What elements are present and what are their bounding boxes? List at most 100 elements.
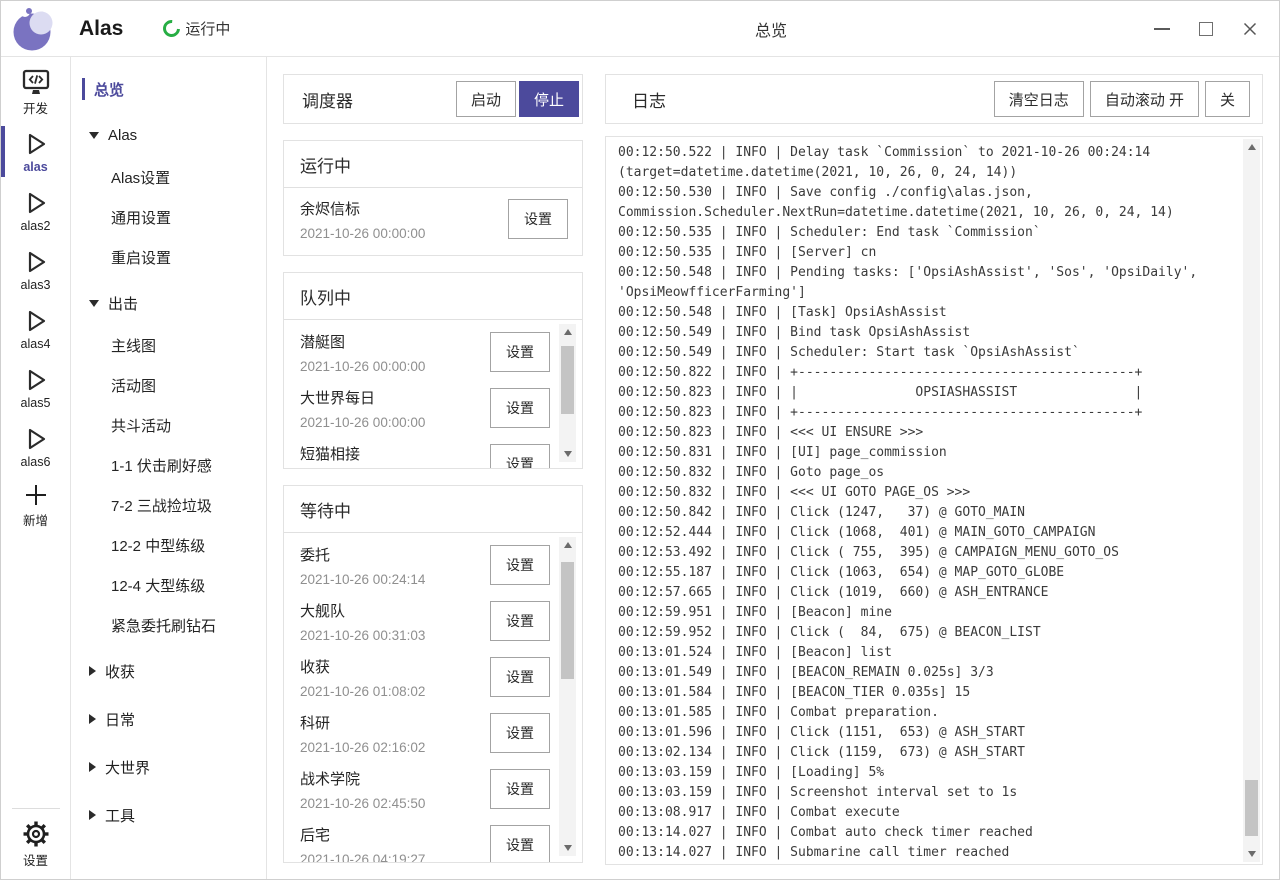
log-line: 00:12:50.823 | INFO | | OPSIASHASSIST | — [618, 383, 1236, 403]
task-settings-button[interactable]: 设置 — [490, 657, 550, 697]
scroll-down-button[interactable] — [559, 446, 576, 462]
sidebar-item-settings[interactable]: 设置 — [1, 813, 70, 875]
caret-right-icon — [89, 810, 96, 820]
task-settings-button[interactable]: 设置 — [508, 199, 568, 239]
start-button[interactable]: 启动 — [456, 81, 516, 117]
sidebar-item-alas6[interactable]: alas6 — [1, 417, 70, 476]
log-title: 日志 — [632, 87, 666, 112]
nav-item-label: Alas设置 — [111, 167, 170, 188]
log-line: 00:12:50.822 | INFO | +-----------------… — [618, 363, 1236, 383]
sidebar-divider — [12, 808, 60, 809]
task-settings-button[interactable]: 设置 — [490, 769, 550, 809]
nav-group-tools[interactable]: 工具 — [71, 793, 266, 837]
scrollbar-thumb[interactable] — [561, 346, 574, 414]
sidebar-item-dev[interactable]: 开发 — [1, 63, 70, 122]
task-name: 余烬信标 — [300, 198, 522, 219]
nav-group-reward[interactable]: 收获 — [71, 649, 266, 693]
log-line: 00:12:50.842 | INFO | Click (1247, 37) @… — [618, 503, 1236, 523]
nav-group-label: 工具 — [105, 805, 135, 826]
nav-item-general-settings[interactable]: 通用设置 — [71, 197, 266, 237]
scrollbar[interactable] — [559, 324, 576, 462]
log-line: 00:12:50.549 | INFO | Scheduler: Start t… — [618, 343, 1236, 363]
scrollbar[interactable] — [559, 537, 576, 856]
log-line: 00:13:14.027 | INFO | Combat auto check … — [618, 823, 1236, 843]
app-window: Alas 运行中 总览 开发 — [0, 0, 1280, 880]
code-monitor-icon — [21, 69, 51, 96]
nav-group-alas[interactable]: Alas — [71, 113, 266, 157]
minimize-icon — [1154, 28, 1170, 30]
scrollbar-track[interactable] — [1243, 155, 1260, 846]
task-settings-button[interactable]: 设置 — [490, 332, 550, 372]
task-settings-button[interactable]: 设置 — [490, 601, 550, 641]
play-icon — [22, 189, 50, 217]
sidebar-item-alas5[interactable]: alas5 — [1, 358, 70, 417]
sidebar-item-alas2[interactable]: alas2 — [1, 181, 70, 240]
scrollbar-track[interactable] — [559, 340, 576, 446]
log-off-button[interactable]: 关 — [1205, 81, 1250, 117]
maximize-button[interactable] — [1191, 14, 1221, 44]
task-row: 后宅 2021-10-26 04:19:27 设置 — [300, 817, 522, 862]
nav-item-restart-settings[interactable]: 重启设置 — [71, 237, 266, 277]
log-output: 00:12:50.522 | INFO | Delay task `Commis… — [605, 136, 1263, 865]
scrollbar-track[interactable] — [559, 553, 576, 840]
nav-group-sortie[interactable]: 出击 — [71, 281, 266, 325]
nav-item-urgent-commission[interactable]: 紧急委托刷钻石 — [71, 605, 266, 645]
stop-button[interactable]: 停止 — [519, 81, 579, 117]
nav-item-12-2[interactable]: 12-2 中型练级 — [71, 525, 266, 565]
task-name: 短猫相接 — [300, 443, 522, 464]
task-settings-button[interactable]: 设置 — [490, 388, 550, 428]
task-settings-button[interactable]: 设置 — [490, 825, 550, 862]
nav-group-daily[interactable]: 日常 — [71, 697, 266, 741]
nav-item-12-4[interactable]: 12-4 大型练级 — [71, 565, 266, 605]
scroll-down-button[interactable] — [559, 840, 576, 856]
log-line: 00:12:50.549 | INFO | Bind task OpsiAshA… — [618, 323, 1236, 343]
task-name: 收获 — [300, 656, 522, 677]
scroll-up-icon — [564, 542, 572, 548]
nav-item-coalition[interactable]: 共斗活动 — [71, 405, 266, 445]
task-row: 委托 2021-10-26 00:24:14 设置 — [300, 537, 522, 593]
close-button[interactable] — [1235, 14, 1265, 44]
autoscroll-toggle-button[interactable]: 自动滚动 开 — [1090, 81, 1199, 117]
scroll-down-button[interactable] — [1243, 846, 1260, 862]
log-line: 00:12:50.535 | INFO | [Server] cn — [618, 243, 1236, 263]
scroll-up-button[interactable] — [1243, 139, 1260, 155]
log-line: 00:12:59.952 | INFO | Click ( 84, 675) @… — [618, 623, 1236, 643]
add-config-button[interactable]: 新增 — [1, 476, 70, 535]
scroll-down-icon — [1248, 851, 1256, 857]
nav-item-7-2[interactable]: 7-2 三战捡垃圾 — [71, 485, 266, 525]
nav-item-main-map[interactable]: 主线图 — [71, 325, 266, 365]
log-line: 00:13:01.549 | INFO | [BEACON_REMAIN 0.0… — [618, 663, 1236, 683]
nav-item-1-1[interactable]: 1-1 伏击刷好感 — [71, 445, 266, 485]
nav-item-label: 7-2 三战捡垃圾 — [111, 495, 212, 516]
nav-group-opsi[interactable]: 大世界 — [71, 745, 266, 789]
task-time: 2021-10-26 00:31:03 — [300, 628, 522, 643]
titlebar: Alas 运行中 总览 — [1, 1, 1279, 57]
minimize-button[interactable] — [1147, 14, 1177, 44]
task-settings-button[interactable]: 设置 — [490, 713, 550, 753]
task-name: 战术学院 — [300, 768, 522, 789]
sidebar-item-alas[interactable]: alas — [1, 122, 70, 181]
clear-log-button[interactable]: 清空日志 — [994, 81, 1084, 117]
nav-item-event-map[interactable]: 活动图 — [71, 365, 266, 405]
task-settings-button[interactable]: 设置 — [490, 444, 550, 468]
task-settings-button[interactable]: 设置 — [490, 545, 550, 585]
scheduler-column: 调度器 启动 停止 运行中 余烬信标 2021-10-26 00:00:00 设… — [267, 57, 599, 879]
sidebar-item-alas3[interactable]: alas3 — [1, 240, 70, 299]
scrollbar-thumb[interactable] — [561, 562, 574, 680]
log-line: 00:13:01.584 | INFO | [BEACON_TIER 0.035… — [618, 683, 1236, 703]
task-name: 潜艇图 — [300, 331, 522, 352]
scroll-up-button[interactable] — [559, 324, 576, 340]
scrollbar[interactable] — [1243, 139, 1260, 862]
sidebar-item-alas4[interactable]: alas4 — [1, 299, 70, 358]
nav-group-label: Alas — [108, 127, 137, 144]
nav-item-overview[interactable]: 总览 — [71, 69, 266, 109]
nav-item-alas-settings[interactable]: Alas设置 — [71, 157, 266, 197]
scrollbar-thumb[interactable] — [1245, 780, 1258, 835]
task-time: 2021-10-26 02:16:02 — [300, 740, 522, 755]
log-line: 00:12:50.548 | INFO | [Task] OpsiAshAssi… — [618, 303, 1236, 323]
log-line: 00:12:55.187 | INFO | Click (1063, 654) … — [618, 563, 1236, 583]
scroll-down-icon — [564, 845, 572, 851]
nav-item-label: 12-4 大型练级 — [111, 575, 205, 596]
log-line: 00:12:50.823 | INFO | <<< UI ENSURE >>> — [618, 423, 1236, 443]
scroll-up-button[interactable] — [559, 537, 576, 553]
